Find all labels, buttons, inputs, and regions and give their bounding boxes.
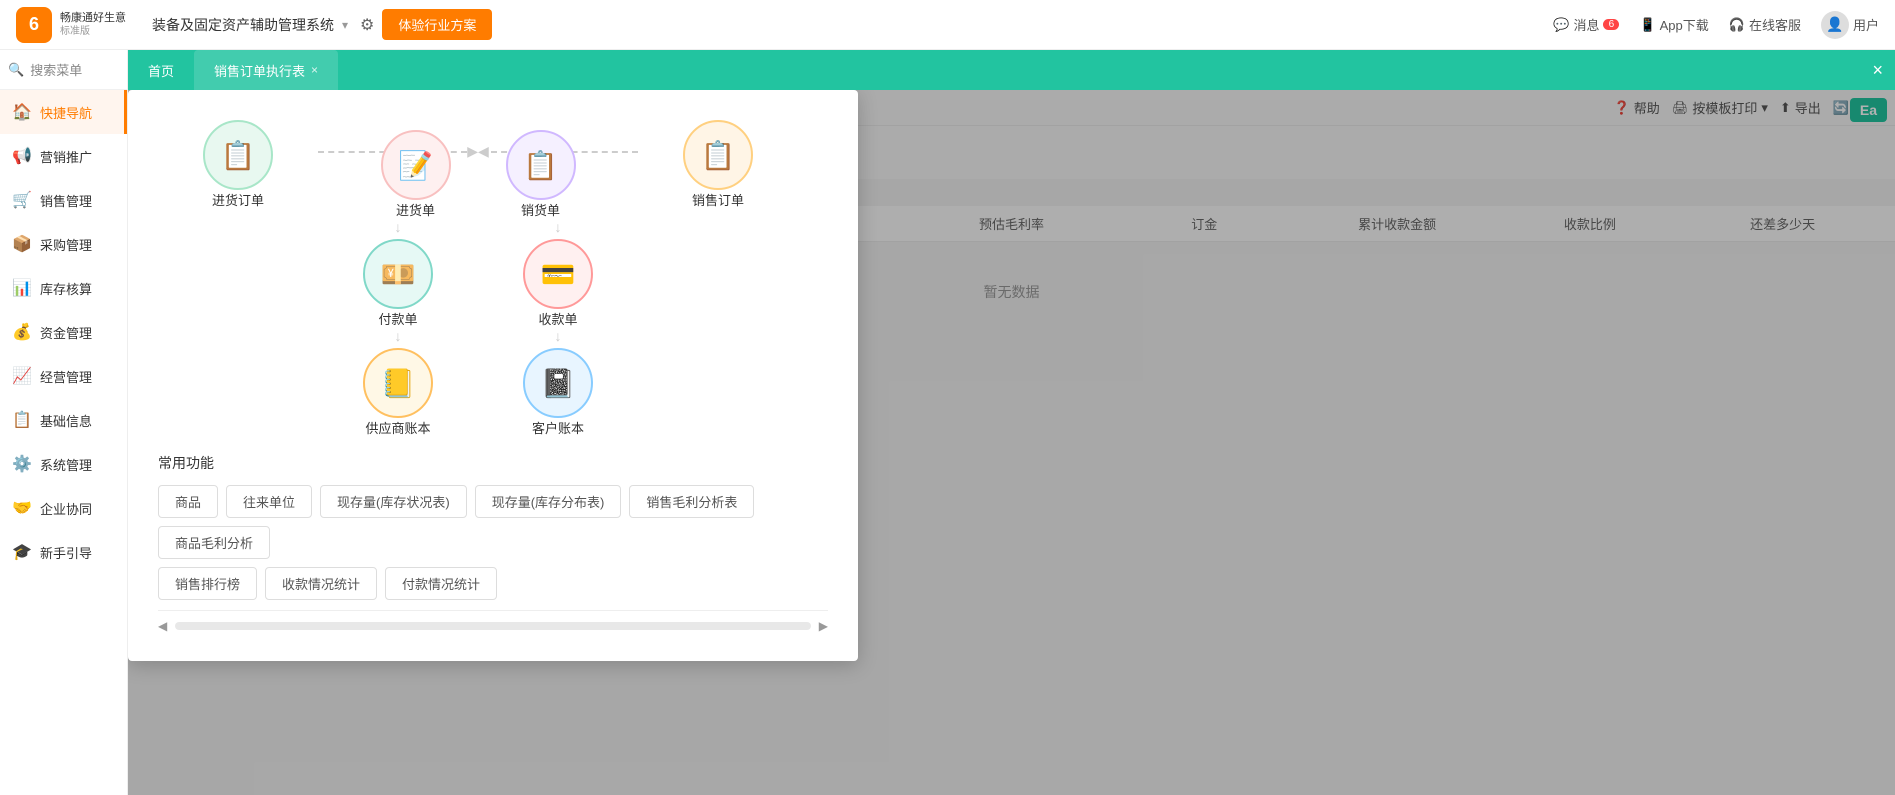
sidebar-item-sales[interactable]: 🛒 销售管理 — [0, 178, 127, 222]
func-btn-sale-gross[interactable]: 销售毛利分析表 — [629, 485, 754, 518]
message-icon: 💬 — [1553, 17, 1569, 33]
operation-icon: 📈 — [12, 366, 32, 386]
func-buttons-row1: 商品 往来单位 现存量(库存状况表) 现存量(库存分布表) 销售毛利分析表 商品… — [158, 485, 828, 559]
system-title: 装备及固定资产辅助管理系统 — [152, 15, 334, 35]
flow-node-payment-bill[interactable]: ↓ 💴 付款单 — [318, 219, 478, 328]
window-close-button[interactable]: × — [1872, 60, 1883, 81]
system-title-area: 装备及固定资产辅助管理系统 ▾ ⚙ — [152, 15, 374, 35]
content-area: 首页 销售订单执行表 × × ❓ 帮助 🖨 按 — [128, 50, 1895, 795]
sidebar-item-enterprise[interactable]: 🤝 企业协同 — [0, 486, 127, 530]
flow-diagram: 📋 进货订单 ▶ 📝 — [158, 120, 828, 437]
tab-sale-order[interactable]: 销售订单执行表 × — [194, 50, 338, 90]
scroll-left-arrow[interactable]: ◀ — [158, 619, 167, 633]
func-btn-stock-status[interactable]: 现存量(库存状况表) — [320, 485, 467, 518]
app-logo-icon: 6 — [16, 7, 52, 43]
row1-col0 — [158, 219, 318, 328]
flow-node-sale-bill-col: ◀ 📋 销货单 — [478, 120, 638, 219]
row2-col0 — [158, 328, 318, 437]
quick-nav-popup: 📋 进货订单 ▶ 📝 — [128, 90, 858, 661]
sidebar-item-system[interactable]: ⚙️ 系统管理 — [0, 442, 127, 486]
system-icon: ⚙️ — [12, 454, 32, 474]
flow-node-receipt-bill[interactable]: ↓ 💳 收款单 — [478, 219, 638, 328]
sidebar-item-quick-nav[interactable]: 🏠 快捷导航 — [0, 90, 127, 134]
main-layout: 🔍 搜索菜单 🏠 快捷导航 📢 营销推广 🛒 销售管理 📦 采购管理 — [0, 50, 1895, 795]
system-dropdown-arrow[interactable]: ▾ — [342, 18, 348, 32]
app-download-button[interactable]: 📱 App下载 — [1639, 15, 1708, 34]
sidebar-item-purchase[interactable]: 📦 采购管理 — [0, 222, 127, 266]
sidebar: 🔍 搜索菜单 🏠 快捷导航 📢 营销推广 🛒 销售管理 📦 采购管理 — [0, 50, 128, 795]
message-button[interactable]: 💬 消息 6 — [1553, 15, 1619, 34]
user-menu-button[interactable]: 👤 用户 — [1821, 11, 1879, 39]
func-btn-receipt-stats[interactable]: 收款情况统计 — [265, 567, 377, 600]
enterprise-icon: 🤝 — [12, 498, 32, 518]
guide-icon: 🎓 — [12, 542, 32, 562]
flow-node-sale-order[interactable]: 📋 销售订单 — [638, 120, 798, 219]
basic-icon: 📋 — [12, 410, 32, 430]
search-icon: 🔍 — [8, 62, 24, 78]
sidebar-item-finance[interactable]: 💰 资金管理 — [0, 310, 127, 354]
tab-close-button[interactable]: × — [311, 63, 318, 77]
tab-home[interactable]: 首页 — [128, 50, 194, 90]
user-avatar: 👤 — [1821, 11, 1849, 39]
func-btn-payment-stats[interactable]: 付款情况统计 — [385, 567, 497, 600]
func-btn-stock-dist[interactable]: 现存量(库存分布表) — [475, 485, 622, 518]
sidebar-search-area[interactable]: 🔍 搜索菜单 — [0, 50, 127, 90]
online-service-button[interactable]: 🎧 在线客服 — [1729, 15, 1801, 34]
app-container: 6 畅康通好生意 标准版 装备及固定资产辅助管理系统 ▾ ⚙ 体验行业方案 💬 … — [0, 0, 1895, 795]
home-icon: 🏠 — [12, 102, 32, 122]
flow-node-customer-account[interactable]: ↓ 📓 客户账本 — [478, 328, 638, 437]
finance-icon: 💰 — [12, 322, 32, 342]
headset-icon: 🎧 — [1729, 17, 1745, 33]
func-buttons-row2: 销售排行榜 收款情况统计 付款情况统计 — [158, 567, 828, 600]
message-badge: 6 — [1603, 19, 1619, 30]
flow-node-purchase-bill-col: ▶ 📝 进货单 — [318, 120, 478, 219]
logo-area: 6 畅康通好生意 标准版 — [16, 7, 144, 43]
top-bar: 6 畅康通好生意 标准版 装备及固定资产辅助管理系统 ▾ ⚙ 体验行业方案 💬 … — [0, 0, 1895, 50]
top-right-actions: 💬 消息 6 📱 App下载 🎧 在线客服 👤 用户 — [1553, 11, 1879, 39]
flow-node-supplier-account[interactable]: ↓ 📒 供应商账本 — [318, 328, 478, 437]
scroll-track[interactable] — [175, 622, 811, 630]
sidebar-item-guide[interactable]: 🎓 新手引导 — [0, 530, 127, 574]
common-functions-section: 常用功能 商品 往来单位 现存量(库存状况表) 现存量(库存分布表) 销售毛利分… — [158, 453, 828, 600]
func-btn-sale-rank[interactable]: 销售排行榜 — [158, 567, 257, 600]
common-functions-title: 常用功能 — [158, 453, 828, 473]
sidebar-item-basic[interactable]: 📋 基础信息 — [0, 398, 127, 442]
purchase-icon: 📦 — [12, 234, 32, 254]
sales-icon: 🛒 — [12, 190, 32, 210]
tab-sale-order-label: 销售订单执行表 — [214, 61, 305, 80]
main-content: ❓ 帮助 🖨 按模板打印 ▾ ⬆ 导出 🔄 刷新 — [128, 90, 1895, 795]
row1-col3 — [638, 219, 798, 328]
marketing-icon: 📢 — [12, 146, 32, 166]
func-btn-product-gross[interactable]: 商品毛利分析 — [158, 526, 270, 559]
tab-bar: 首页 销售订单执行表 × × — [128, 50, 1895, 90]
trial-button[interactable]: 体验行业方案 — [382, 9, 492, 40]
func-btn-partners[interactable]: 往来单位 — [226, 485, 312, 518]
scroll-right-arrow[interactable]: ▶ — [819, 619, 828, 633]
inventory-icon: 📊 — [12, 278, 32, 298]
system-settings-icon[interactable]: ⚙ — [360, 15, 374, 35]
func-btn-product[interactable]: 商品 — [158, 485, 218, 518]
logo-text: 畅康通好生意 标准版 — [60, 11, 126, 38]
phone-icon: 📱 — [1639, 17, 1655, 33]
sidebar-item-marketing[interactable]: 📢 营销推广 — [0, 134, 127, 178]
row2-col3 — [638, 328, 798, 437]
sidebar-item-operation[interactable]: 📈 经营管理 — [0, 354, 127, 398]
flow-node-purchase-order[interactable]: 📋 进货订单 — [158, 120, 318, 219]
tab-home-label: 首页 — [148, 61, 174, 80]
popup-scroll-area: ◀ ▶ — [158, 610, 828, 641]
sidebar-item-inventory[interactable]: 📊 库存核算 — [0, 266, 127, 310]
